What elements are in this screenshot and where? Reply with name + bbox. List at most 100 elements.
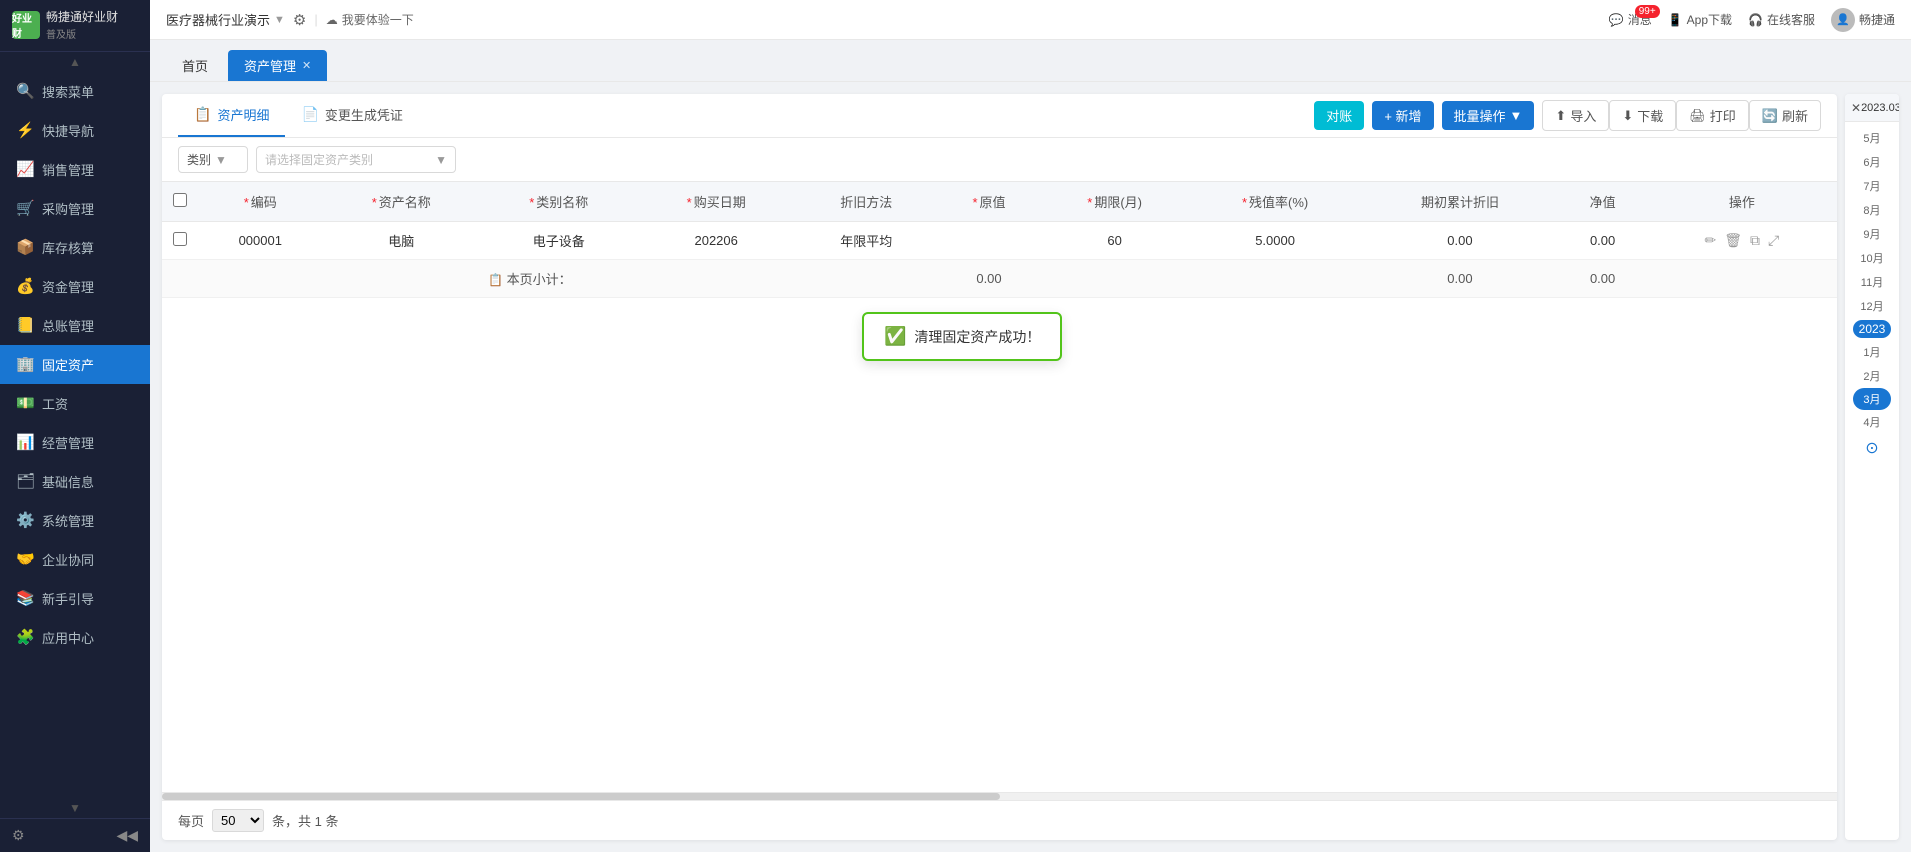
topbar-left: 医疗器械行业演示 ▼ ⚙ | ☁ 我要体验一下 xyxy=(166,10,414,29)
timeline-year-2023[interactable]: 2023 xyxy=(1853,320,1892,338)
sidebar-item-quick-nav[interactable]: ⚡ 快捷导航 xyxy=(0,111,150,150)
search-icon: 🔍 xyxy=(16,82,34,100)
reconcile-button[interactable]: 对账 xyxy=(1314,101,1364,130)
asset-detail-icon: 📋 xyxy=(194,106,211,123)
col-purchase-date: *购买日期 xyxy=(637,182,794,222)
refresh-label: 刷新 xyxy=(1782,106,1808,125)
per-page-select[interactable]: 50 100 200 xyxy=(212,809,264,832)
sidebar-scroll-down[interactable]: ▼ xyxy=(0,798,150,818)
sidebar-item-label: 采购管理 xyxy=(42,199,94,218)
sub-tab-voucher[interactable]: 📄 变更生成凭证 xyxy=(285,94,418,137)
col-operation: 操作 xyxy=(1647,182,1837,222)
new-button[interactable]: + 新增 xyxy=(1372,101,1433,130)
purchase-icon: 🛒 xyxy=(16,199,34,217)
sidebar-item-ledger[interactable]: 📒 总账管理 xyxy=(0,306,150,345)
timeline-month-9[interactable]: 9月 xyxy=(1853,222,1892,246)
sidebar-item-system[interactable]: ⚙️ 系统管理 xyxy=(0,501,150,540)
timeline-month-12[interactable]: 12月 xyxy=(1853,294,1892,318)
table-row: 000001 电脑 电子设备 202206 年限平均 60 5.0000 0.0… xyxy=(162,222,1837,260)
sidebar-item-label: 基础信息 xyxy=(42,472,94,491)
timeline-month-4[interactable]: 4月 xyxy=(1853,410,1892,434)
cell-original-value xyxy=(938,222,1041,260)
category-placeholder: 请选择固定资产类别 xyxy=(265,151,373,168)
timeline-month-10[interactable]: 10月 xyxy=(1853,246,1892,270)
timeline-month-5[interactable]: 5月 xyxy=(1853,126,1892,150)
voucher-icon: 📄 xyxy=(301,106,318,123)
category-input[interactable]: 请选择固定资产类别 ▼ xyxy=(256,146,456,173)
timeline-month-3[interactable]: 3月 xyxy=(1853,388,1892,410)
sidebar-scroll-up[interactable]: ▲ xyxy=(0,52,150,72)
col-depreciation-method: 折旧方法 xyxy=(795,182,938,222)
more-icon[interactable]: ⤢ xyxy=(1768,232,1779,249)
col-residual-rate: *残值率(%) xyxy=(1189,182,1362,222)
sidebar-item-payroll[interactable]: 💵 工资 xyxy=(0,384,150,423)
fixed-assets-icon: 🏢 xyxy=(16,355,34,373)
sidebar-item-inventory[interactable]: 📦 库存核算 xyxy=(0,228,150,267)
sidebar-item-enterprise[interactable]: 🤝 企业协同 xyxy=(0,540,150,579)
sidebar-item-management[interactable]: 📊 经营管理 xyxy=(0,423,150,462)
cell-purchase-date: 202206 xyxy=(637,222,794,260)
trial-btn[interactable]: ☁ 我要体验一下 xyxy=(326,11,414,28)
sidebar-item-sales[interactable]: 📈 销售管理 xyxy=(0,150,150,189)
sidebar-item-label: 经营管理 xyxy=(42,433,94,452)
reconcile-label: 对账 xyxy=(1326,106,1352,125)
topbar-settings-icon[interactable]: ⚙ xyxy=(293,11,306,29)
customer-service-label: 在线客服 xyxy=(1767,11,1815,28)
close-panel-icon[interactable]: ✕ xyxy=(1851,101,1861,115)
customer-service-btn[interactable]: 🎧 在线客服 xyxy=(1748,11,1815,28)
right-panel-date: 2023.03 xyxy=(1861,102,1899,114)
sidebar-item-newbie[interactable]: 📚 新手引导 xyxy=(0,579,150,618)
sidebar-item-basic-info[interactable]: 🗂 基础信息 xyxy=(0,462,150,501)
category-dropdown-icon: ▼ xyxy=(215,153,227,167)
collapse-icon[interactable]: ◀◀ xyxy=(116,827,138,844)
row-checkbox[interactable] xyxy=(173,232,187,246)
sidebar-item-label: 工资 xyxy=(42,394,68,413)
copy-icon[interactable]: ⧉ xyxy=(1750,232,1760,249)
app-download-btn[interactable]: 📱 App下载 xyxy=(1668,11,1732,28)
select-all-checkbox[interactable] xyxy=(173,193,187,207)
print-button[interactable]: 🖨 打印 xyxy=(1676,100,1749,131)
refresh-button[interactable]: 🔄 刷新 xyxy=(1749,100,1821,131)
sidebar-item-search[interactable]: 🔍 搜索菜单 xyxy=(0,72,150,111)
batch-operation-button[interactable]: 批量操作 ▼ xyxy=(1442,101,1535,130)
sidebar-item-label: 固定资产 xyxy=(42,355,94,374)
sidebar-item-label: 快捷导航 xyxy=(42,121,94,140)
company-selector[interactable]: 医疗器械行业演示 ▼ xyxy=(166,10,285,29)
company-dropdown-icon: ▼ xyxy=(274,14,285,26)
sidebar-item-label: 新手引导 xyxy=(42,589,94,608)
messages-badge: 99+ xyxy=(1635,5,1660,18)
category-filter[interactable]: 类别 ▼ xyxy=(178,146,248,173)
cell-initial-depreciation: 0.00 xyxy=(1361,222,1558,260)
sub-tab-asset-detail[interactable]: 📋 资产明细 xyxy=(178,94,285,137)
settings-icon[interactable]: ⚙ xyxy=(12,827,25,844)
delete-icon[interactable]: 🗑 xyxy=(1724,232,1742,249)
timeline-month-6[interactable]: 6月 xyxy=(1853,150,1892,174)
download-button[interactable]: ⬇ 下载 xyxy=(1609,100,1676,131)
sub-tab-asset-detail-label: 资产明细 xyxy=(217,105,269,124)
horizontal-scrollbar[interactable] xyxy=(162,792,1837,800)
timeline-month-11[interactable]: 11月 xyxy=(1853,270,1892,294)
app-logo: 好业财 畅捷通好业财 普及版 xyxy=(0,0,150,52)
topbar-right: 💬 消息 99+ 📱 App下载 🎧 在线客服 👤 畅捷通 xyxy=(1609,8,1895,32)
edit-icon[interactable]: ✏ xyxy=(1704,232,1716,249)
sidebar-item-label: 库存核算 xyxy=(42,238,94,257)
sidebar-item-label: 系统管理 xyxy=(42,511,94,530)
sidebar-item-purchase[interactable]: 🛒 采购管理 xyxy=(0,189,150,228)
cell-category: 电子设备 xyxy=(480,222,637,260)
avatar: 👤 xyxy=(1831,8,1855,32)
import-button[interactable]: ⬆ 导入 xyxy=(1542,100,1609,131)
sidebar-item-fixed-assets[interactable]: 🏢 固定资产 xyxy=(0,345,150,384)
tab-close-icon[interactable]: ✕ xyxy=(302,59,311,72)
timeline-month-2[interactable]: 2月 xyxy=(1853,364,1892,388)
timeline-month-1[interactable]: 1月 xyxy=(1853,340,1892,364)
col-code: *编码 xyxy=(198,182,323,222)
sidebar-item-label: 搜索菜单 xyxy=(42,82,94,101)
tab-home[interactable]: 首页 xyxy=(166,50,224,81)
sidebar-item-app-center[interactable]: 🧩 应用中心 xyxy=(0,618,150,657)
user-profile[interactable]: 👤 畅捷通 xyxy=(1831,8,1895,32)
messages-btn[interactable]: 💬 消息 99+ xyxy=(1609,11,1652,28)
timeline-month-7[interactable]: 7月 xyxy=(1853,174,1892,198)
sidebar-item-fund[interactable]: 💰 资金管理 xyxy=(0,267,150,306)
tab-asset-management[interactable]: 资产管理 ✕ xyxy=(228,50,327,81)
timeline-month-8[interactable]: 8月 xyxy=(1853,198,1892,222)
